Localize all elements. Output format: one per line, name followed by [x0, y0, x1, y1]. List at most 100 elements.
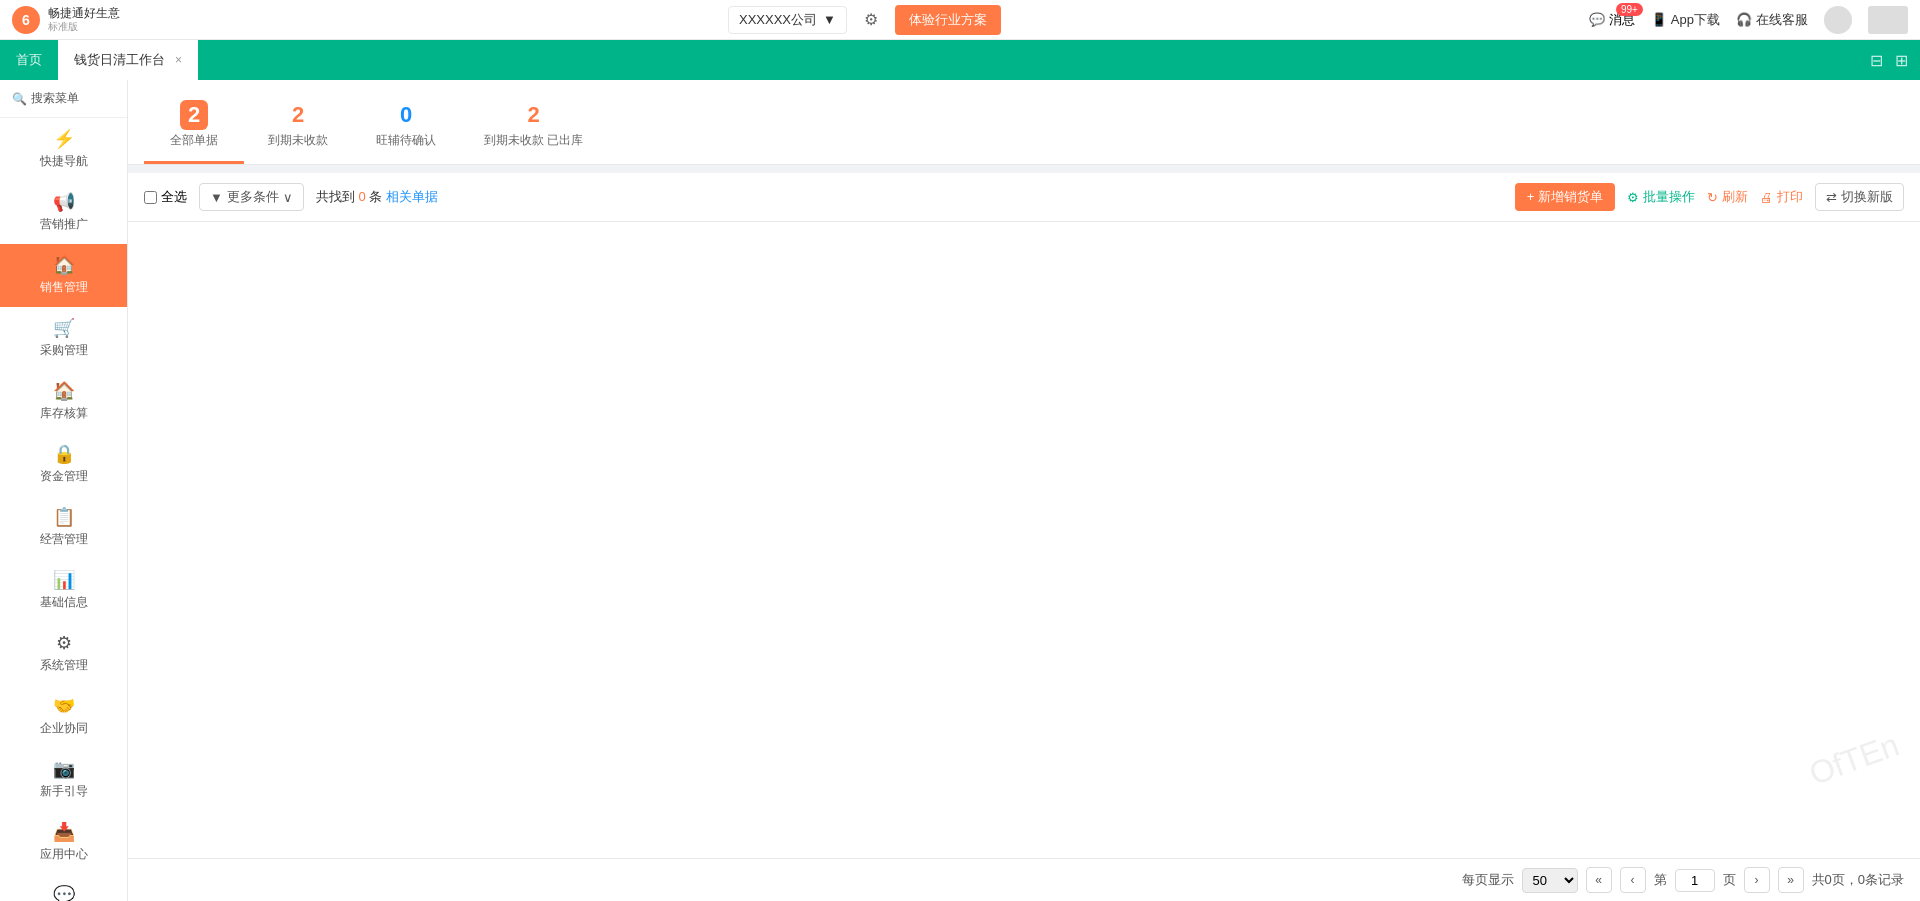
- purchase-icon: 🛒: [53, 317, 75, 339]
- stat-tab-overdue-out[interactable]: 2 到期未收款 已出库: [460, 92, 607, 164]
- stat-tab-overdue[interactable]: 2 到期未收款: [244, 92, 352, 164]
- message-area[interactable]: 💬 消息 99+: [1589, 11, 1635, 29]
- sidebar-item-marketing[interactable]: 📢 营销推广: [0, 181, 127, 244]
- next-page-button[interactable]: ›: [1744, 867, 1770, 893]
- cooperation-icon: 🤝: [53, 695, 75, 717]
- logo-icon: 6: [12, 6, 40, 34]
- sidebar-item-inventory[interactable]: 🏠 库存核算: [0, 370, 127, 433]
- print-icon: 🖨: [1760, 190, 1773, 205]
- switch-version-button[interactable]: ⇄ 切换新版: [1815, 183, 1904, 211]
- batch-icon: ⚙: [1627, 190, 1639, 205]
- service-icon: 🎧: [1736, 12, 1752, 27]
- prev-page-button[interactable]: ‹: [1620, 867, 1646, 893]
- finance-icon: 🔒: [53, 443, 75, 465]
- sales-icon: 🏠: [53, 254, 75, 276]
- stat-tab-all[interactable]: 2 全部单据: [144, 92, 244, 164]
- operations-icon: 📋: [53, 506, 75, 528]
- main-layout: 🔍 搜索菜单 ⚡ 快捷导航 📢 营销推广 🏠 销售管理 🛒 采购管理 🏠 库存核…: [0, 80, 1920, 901]
- stat-tab-wangwang[interactable]: 0 旺辅待确认: [352, 92, 460, 164]
- toolbar-right: + 新增销货单 ⚙ 批量操作 ↻ 刷新 🖨 打印 ⇄ 切换新版: [1515, 183, 1904, 211]
- tab-minimize-icon[interactable]: ⊟: [1866, 47, 1887, 74]
- tab-bar-actions: ⊟ ⊞: [1866, 47, 1920, 74]
- top-header: 6 畅捷通好生意 标准版 XXXXXX公司 ▼ ⚙ 体验行业方案 💬 消息 99…: [0, 0, 1920, 40]
- sidebar-item-label: 应用中心: [40, 846, 88, 863]
- select-all-checkbox[interactable]: 全选: [144, 188, 187, 206]
- stat-num-overdue-out: 2: [520, 100, 548, 130]
- sidebar-item-guide[interactable]: 📷 新手引导: [0, 748, 127, 811]
- sidebar-item-cooperation[interactable]: 🤝 企业协同: [0, 685, 127, 748]
- logo-text: 畅捷通好生意 标准版: [48, 6, 120, 32]
- sidebar-search-label: 搜索菜单: [31, 90, 79, 107]
- filter-button[interactable]: ▼ 更多条件 ∨: [199, 183, 304, 211]
- page-size-select[interactable]: 50 20 100: [1522, 868, 1578, 893]
- sidebar-item-label: 库存核算: [40, 405, 88, 422]
- stat-label-overdue-out: 到期未收款 已出库: [484, 132, 583, 149]
- settings-icon[interactable]: ⚙: [857, 6, 885, 34]
- tab-expand-icon[interactable]: ⊞: [1891, 47, 1912, 74]
- sidebar-item-label: 经营管理: [40, 531, 88, 548]
- app-download[interactable]: 📱 App下载: [1651, 11, 1720, 29]
- sidebar-item-label: 新手引导: [40, 783, 88, 800]
- sidebar-item-label: 快捷导航: [40, 153, 88, 170]
- stat-num-overdue: 2: [284, 100, 312, 130]
- message-icon: 💬: [1589, 12, 1605, 27]
- quick-nav-icon: ⚡: [53, 128, 75, 150]
- user-name[interactable]: [1868, 6, 1908, 34]
- sidebar-item-quick-nav[interactable]: ⚡ 快捷导航: [0, 118, 127, 181]
- empty-state: [128, 222, 1920, 858]
- download-icon: 📱: [1651, 12, 1667, 27]
- message-badge: 99+: [1616, 3, 1643, 16]
- refresh-button[interactable]: ↻ 刷新: [1707, 188, 1748, 206]
- inventory-icon: 🏠: [53, 380, 75, 402]
- sidebar-search[interactable]: 🔍 搜索菜单: [0, 80, 127, 118]
- sidebar-item-label: 企业协同: [40, 720, 88, 737]
- toolbar: 全选 ▼ 更多条件 ∨ 共找到 0 条 相关单据 + 新增销货单 ⚙ 批量操作: [128, 173, 1920, 222]
- stat-num-all: 2: [180, 100, 208, 130]
- first-page-button[interactable]: «: [1586, 867, 1612, 893]
- content-area: 2 全部单据 2 到期未收款 0 旺辅待确认 2 到期未收款 已出库 全选: [128, 80, 1920, 901]
- marketing-icon: 📢: [53, 191, 75, 213]
- system-icon: ⚙: [56, 632, 72, 654]
- guide-icon: 📷: [53, 758, 75, 780]
- try-industry-button[interactable]: 体验行业方案: [895, 5, 1001, 35]
- stat-label-all: 全部单据: [170, 132, 218, 149]
- pagination: 每页显示 50 20 100 « ‹ 第 页 › » 共0页，0条记录: [128, 858, 1920, 901]
- tab-bar: 首页 钱货日清工作台 × ⊟ ⊞: [0, 40, 1920, 80]
- batch-action-button[interactable]: ⚙ 批量操作: [1627, 188, 1695, 206]
- tab-close-icon[interactable]: ×: [175, 53, 182, 67]
- stat-num-wangwang: 0: [392, 100, 420, 130]
- stat-label-wangwang: 旺辅待确认: [376, 132, 436, 149]
- page-input[interactable]: [1675, 869, 1715, 892]
- tab-qian-huo[interactable]: 钱货日清工作台 ×: [58, 40, 198, 80]
- found-text: 共找到 0 条 相关单据: [316, 188, 438, 206]
- sidebar-item-label: 基础信息: [40, 594, 88, 611]
- sidebar-item-app-center[interactable]: 📥 应用中心: [0, 811, 127, 874]
- stat-label-overdue: 到期未收款: [268, 132, 328, 149]
- sidebar-item-basic-info[interactable]: 📊 基础信息: [0, 559, 127, 622]
- search-icon: 🔍: [12, 92, 27, 106]
- tab-home[interactable]: 首页: [0, 40, 58, 80]
- sidebar-item-operations[interactable]: 📋 经营管理: [0, 496, 127, 559]
- last-page-button[interactable]: »: [1778, 867, 1804, 893]
- sidebar-item-label: 采购管理: [40, 342, 88, 359]
- app-center-icon: 📥: [53, 821, 75, 843]
- chevron-down-icon: ▼: [823, 12, 836, 27]
- select-all-input[interactable]: [144, 191, 157, 204]
- sidebar-item-finance[interactable]: 🔒 资金管理: [0, 433, 127, 496]
- add-sales-button[interactable]: + 新增销货单: [1515, 183, 1615, 211]
- sidebar-item-purchase[interactable]: 🛒 采购管理: [0, 307, 127, 370]
- basic-info-icon: 📊: [53, 569, 75, 591]
- online-service[interactable]: 🎧 在线客服: [1736, 11, 1808, 29]
- sidebar-item-label: 营销推广: [40, 216, 88, 233]
- logo-area: 6 畅捷通好生意 标准版: [12, 6, 140, 34]
- sidebar-item-label: 销售管理: [40, 279, 88, 296]
- print-button[interactable]: 🖨 打印: [1760, 188, 1803, 206]
- avatar[interactable]: [1824, 6, 1852, 34]
- company-selector[interactable]: XXXXXX公司 ▼: [728, 6, 847, 34]
- sidebar-item-label: 资金管理: [40, 468, 88, 485]
- chevron-icon: ∨: [283, 190, 293, 205]
- sidebar-item-system[interactable]: ⚙ 系统管理: [0, 622, 127, 685]
- sidebar-item-wechat[interactable]: 💬 企业微信: [0, 874, 127, 901]
- filter-icon: ▼: [210, 190, 223, 205]
- sidebar-item-sales[interactable]: 🏠 销售管理: [0, 244, 127, 307]
